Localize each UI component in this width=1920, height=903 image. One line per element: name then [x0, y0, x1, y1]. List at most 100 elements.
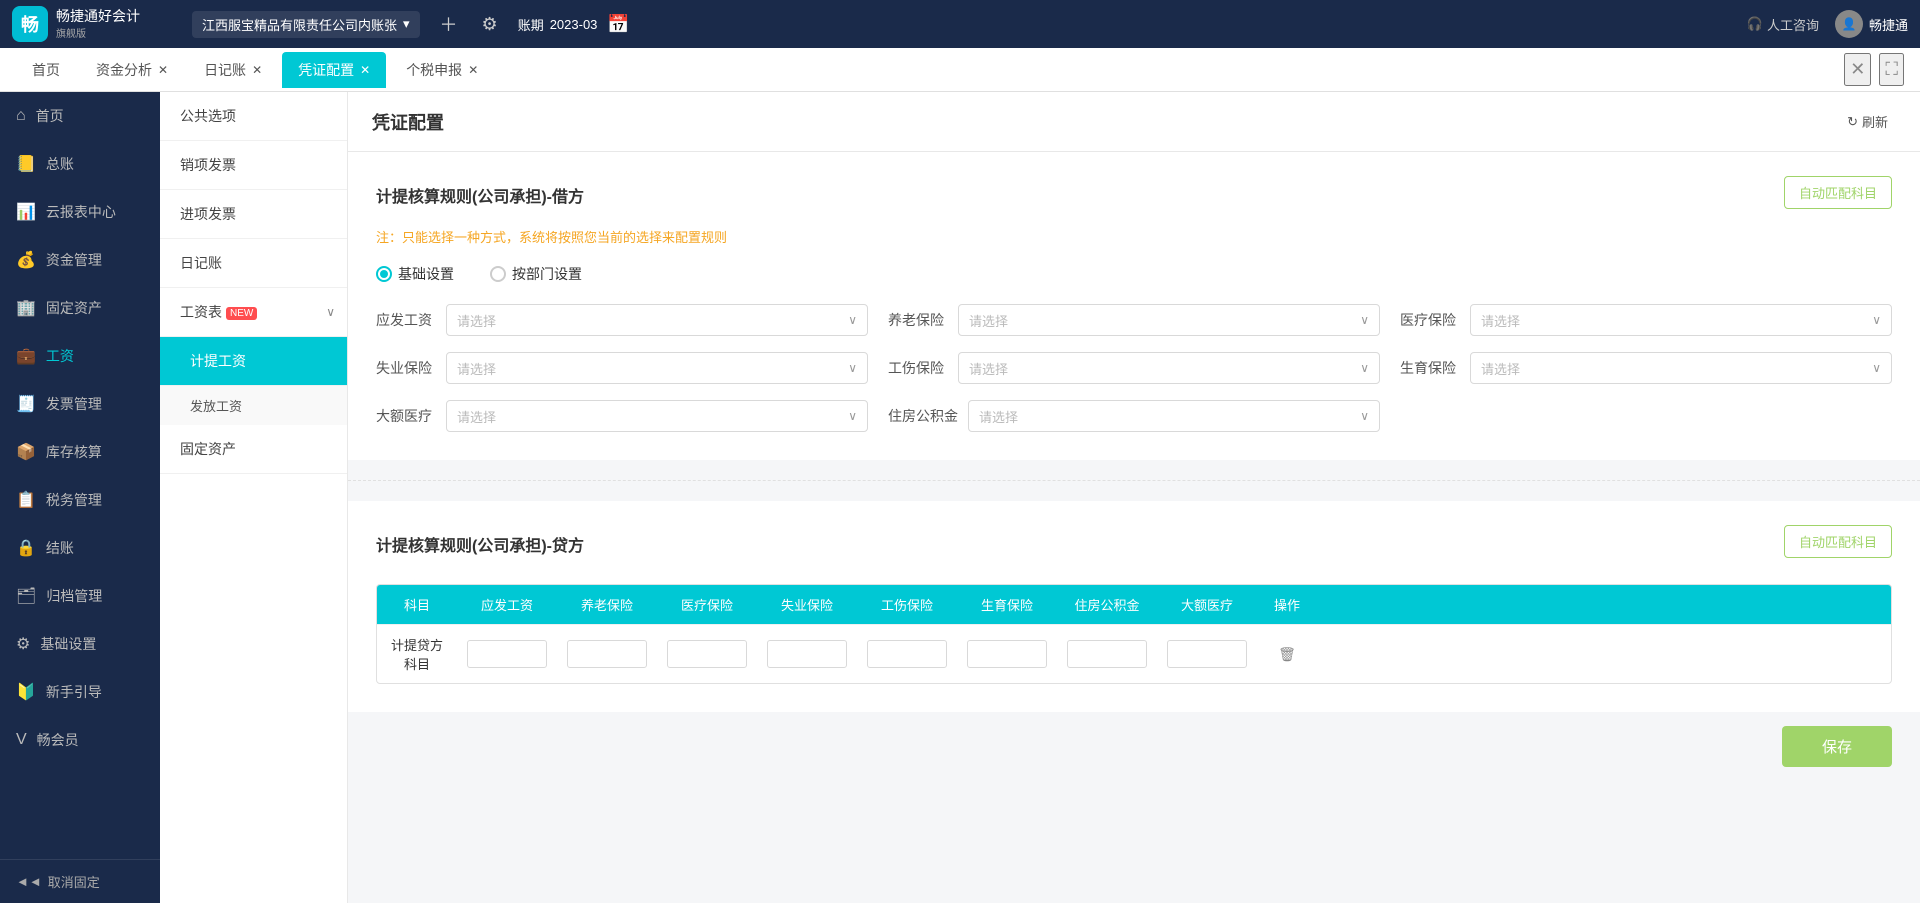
field-gjj-arrow: ∨ [1360, 409, 1369, 423]
th-yanglao: 养老保险 [557, 585, 657, 624]
sidebar-item-asset-label: 固定资产 [46, 298, 102, 318]
auto-match-credit-button[interactable]: 自动匹配科目 [1784, 525, 1892, 558]
field-yiliao-select[interactable]: 请选择 ∨ [1470, 304, 1892, 336]
tab-voucher-label: 凭证配置 [298, 60, 354, 80]
sidebar-item-inventory[interactable]: 📦 库存核算 [0, 428, 160, 476]
th-yiliao: 医疗保险 [657, 585, 757, 624]
delete-row-button[interactable]: 🗑 [1278, 646, 1296, 663]
tab-voucher[interactable]: 凭证配置 ✕ [282, 52, 386, 88]
headset-icon: 🎧 [1747, 16, 1763, 32]
radio-dept[interactable]: 按部门设置 [490, 264, 582, 284]
sidebar-item-home[interactable]: ⌂ 首页 [0, 92, 160, 140]
left-nav: 公共选项 销项发票 进项发票 日记账 工资表NEW ∨ 计提工资 发放工资 [160, 92, 348, 903]
page-content: 凭证配置 ↻ 刷新 计提核算规则(公司承担)-借方 自动匹配科目 注：只能选择一… [348, 92, 1920, 903]
report-icon: 📊 [16, 202, 36, 222]
tab-tax-close[interactable]: ✕ [468, 64, 478, 76]
refresh-button[interactable]: ↻ 刷新 [1839, 108, 1896, 135]
th-gjj: 住房公积金 [1057, 585, 1157, 624]
sidebar-item-fund[interactable]: 💰 资金管理 [0, 236, 160, 284]
credit-section-title: 计提核算规则(公司承担)-贷方 [376, 532, 584, 556]
td-yiliao-input[interactable] [657, 625, 757, 683]
sidebar-item-archive[interactable]: 🗂 归档管理 [0, 572, 160, 620]
input-yanglao[interactable] [567, 640, 647, 668]
input-shiye[interactable] [767, 640, 847, 668]
nav-payroll-table-label: 工资表NEW [180, 302, 257, 322]
field-dale-select[interactable]: 请选择 ∨ [446, 400, 868, 432]
nav-accrue-label: 计提工资 [190, 353, 246, 369]
sidebar-item-ledger[interactable]: 📒 总账 [0, 140, 160, 188]
tab-fund-close[interactable]: ✕ [158, 64, 168, 76]
user-area[interactable]: 👤 畅捷通 [1835, 10, 1908, 38]
nav-fixed-asset[interactable]: 固定资产 [160, 425, 347, 474]
nav-sales[interactable]: 销项发票 [160, 141, 347, 190]
tab-controls: ✕ ⛶ [1844, 53, 1904, 86]
field-gongshang-select[interactable]: 请选择 ∨ [958, 352, 1380, 384]
field-shiye-select[interactable]: 请选择 ∨ [446, 352, 868, 384]
sidebar-item-report[interactable]: 📊 云报表中心 [0, 188, 160, 236]
settings-icon[interactable]: ⚙ [478, 10, 502, 39]
tab-voucher-close[interactable]: ✕ [360, 64, 370, 76]
sidebar-item-asset[interactable]: 🏢 固定资产 [0, 284, 160, 332]
nav-purchase[interactable]: 进项发票 [160, 190, 347, 239]
logo-sub: 旗舰版 [56, 25, 140, 40]
tab-fund[interactable]: 资金分析 ✕ [80, 52, 184, 88]
td-dale-input[interactable] [1157, 625, 1257, 683]
sidebar-item-vip[interactable]: V 畅会员 [0, 716, 160, 764]
sidebar-item-close[interactable]: 🔒 结账 [0, 524, 160, 572]
input-dale[interactable] [1167, 640, 1247, 668]
input-yiliao[interactable] [667, 640, 747, 668]
field-shengyu-select[interactable]: 请选择 ∨ [1470, 352, 1892, 384]
tab-journal[interactable]: 日记账 ✕ [188, 52, 278, 88]
service-button[interactable]: 🎧 人工咨询 [1747, 15, 1819, 34]
field-dale-placeholder: 请选择 [457, 407, 496, 426]
td-gongshang-input[interactable] [857, 625, 957, 683]
input-yingfa[interactable] [467, 640, 547, 668]
field-yingfa-select[interactable]: 请选择 ∨ [446, 304, 868, 336]
table-row: 计提贷方科目 🗑 [377, 624, 1891, 683]
field-gjj: 住房公积金 请选择 ∨ [888, 400, 1380, 432]
auto-match-debit-button[interactable]: 自动匹配科目 [1784, 176, 1892, 209]
td-yingfa-input[interactable] [457, 625, 557, 683]
content-area: 公共选项 销项发票 进项发票 日记账 工资表NEW ∨ 计提工资 发放工资 [160, 92, 1920, 903]
td-action[interactable]: 🗑 [1257, 625, 1317, 683]
field-gjj-select[interactable]: 请选择 ∨ [968, 400, 1380, 432]
tab-journal-close[interactable]: ✕ [252, 64, 262, 76]
fund-icon: 💰 [16, 250, 36, 270]
input-shengyu[interactable] [967, 640, 1047, 668]
input-gjj[interactable] [1067, 640, 1147, 668]
td-yanglao-input[interactable] [557, 625, 657, 683]
td-shengyu-input[interactable] [957, 625, 1057, 683]
nav-journal[interactable]: 日记账 [160, 239, 347, 288]
tab-home[interactable]: 首页 [16, 52, 76, 88]
unpin-button[interactable]: ◄◄ 取消固定 [0, 859, 160, 903]
salary-icon: 💼 [16, 346, 36, 366]
debit-note: 注：只能选择一种方式，系统将按照您当前的选择来配置规则 [376, 227, 1892, 246]
td-shiye-input[interactable] [757, 625, 857, 683]
nav-pay[interactable]: 发放工资 [160, 386, 347, 425]
section-divider [348, 480, 1920, 481]
sidebar-item-settings[interactable]: ⚙ 基础设置 [0, 620, 160, 668]
sidebar-item-invoice[interactable]: 🧾 发票管理 [0, 380, 160, 428]
field-yanglao-select[interactable]: 请选择 ∨ [958, 304, 1380, 336]
company-selector[interactable]: 江西服宝精品有限责任公司内账张 ▾ [192, 11, 420, 38]
nav-public[interactable]: 公共选项 [160, 92, 347, 141]
nav-accrue[interactable]: 计提工资 [160, 337, 347, 386]
close-tab-button[interactable]: ✕ [1844, 53, 1871, 86]
sidebar-item-vip-label: 畅会员 [37, 730, 79, 750]
field-shiye-label: 失业保险 [376, 358, 436, 378]
calendar-icon[interactable]: 📅 [603, 10, 633, 39]
tab-tax[interactable]: 个税申报 ✕ [390, 52, 494, 88]
field-gongshang-label: 工伤保险 [888, 358, 948, 378]
field-gongshang: 工伤保险 请选择 ∨ [888, 352, 1380, 384]
expand-tab-button[interactable]: ⛶ [1879, 53, 1904, 86]
add-tab-button[interactable]: ＋ [436, 7, 462, 41]
td-gjj-input[interactable] [1057, 625, 1157, 683]
input-gongshang[interactable] [867, 640, 947, 668]
sidebar-item-guide[interactable]: 🔰 新手引导 [0, 668, 160, 716]
radio-basic[interactable]: 基础设置 [376, 264, 454, 284]
sidebar-item-tax[interactable]: 📋 税务管理 [0, 476, 160, 524]
nav-payroll-table[interactable]: 工资表NEW ∨ [160, 288, 347, 337]
save-button[interactable]: 保存 [1782, 726, 1892, 767]
period-label: 账期 [518, 15, 544, 34]
sidebar-item-salary[interactable]: 💼 工资 [0, 332, 160, 380]
